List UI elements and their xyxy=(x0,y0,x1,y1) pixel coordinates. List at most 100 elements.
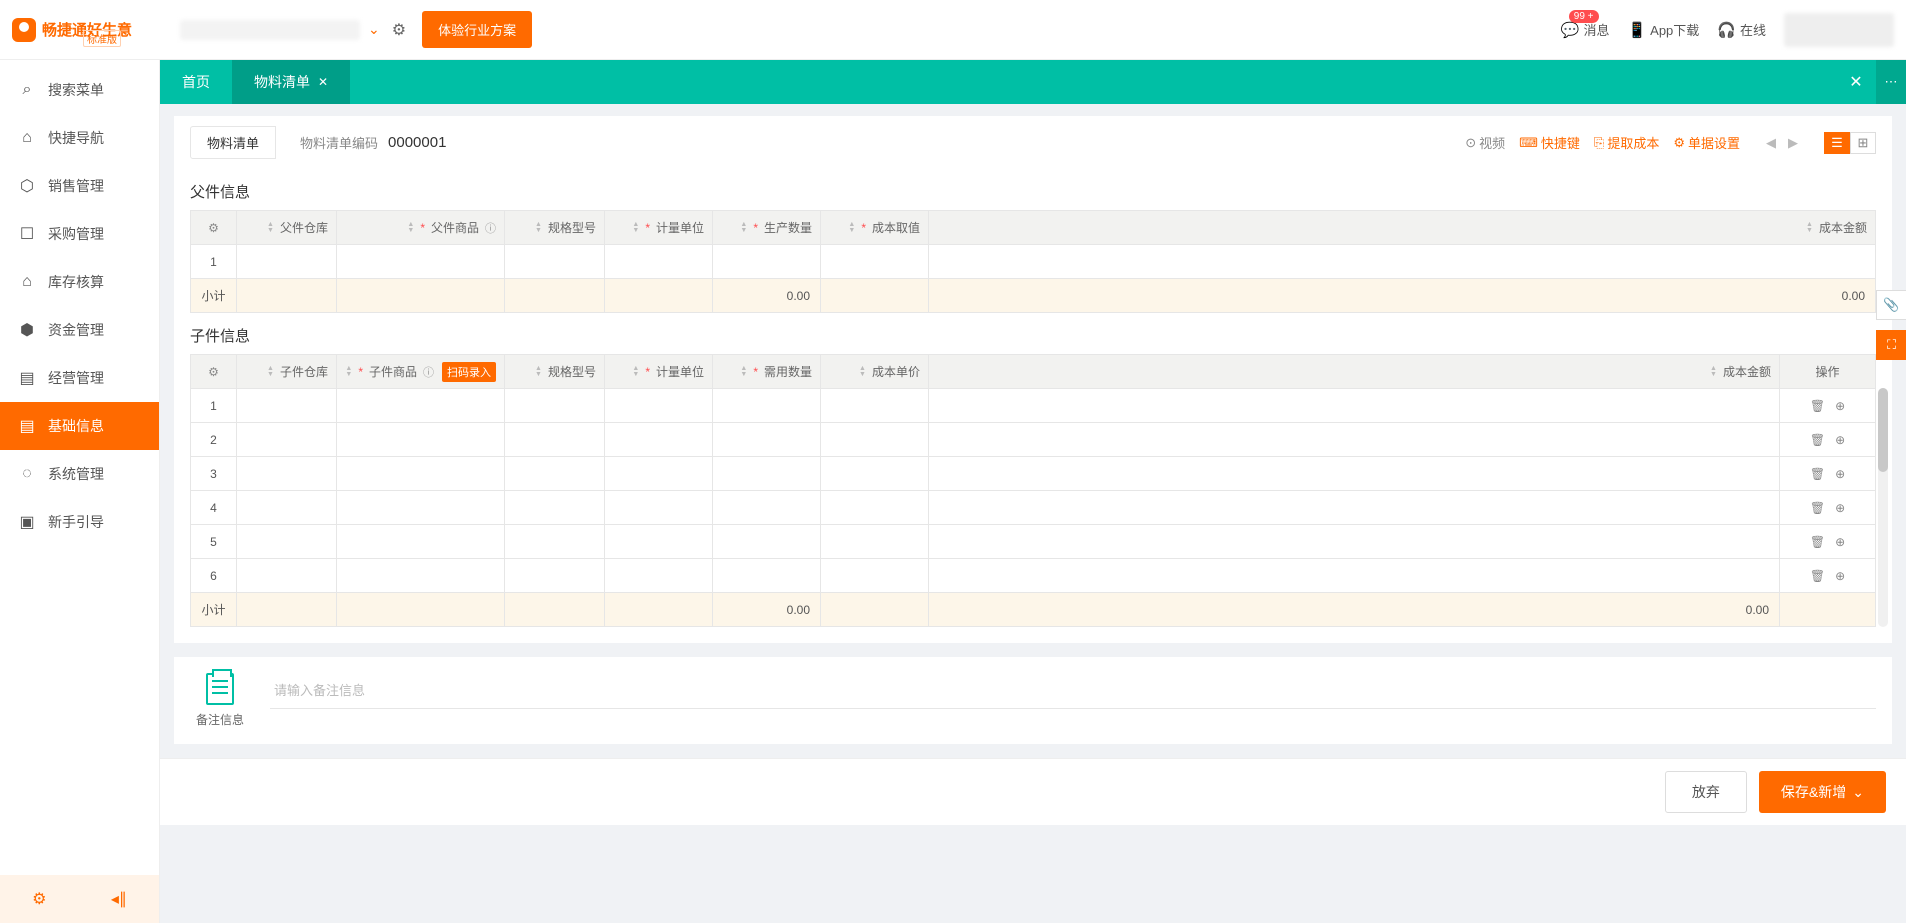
parent-col-settings-icon[interactable]: ⚙ xyxy=(191,221,236,235)
sort-icon[interactable]: ▲▼ xyxy=(1806,222,1813,234)
delete-row-icon[interactable]: 🗑 xyxy=(1810,501,1825,515)
delete-row-icon[interactable]: 🗑 xyxy=(1810,569,1825,583)
scan-input-tag[interactable]: 扫码录入 xyxy=(442,362,496,382)
parent-table-row[interactable]: 1 xyxy=(191,245,1876,279)
sidebar-item-系统管理[interactable]: ◌系统管理 xyxy=(0,450,159,498)
add-row-icon[interactable]: ⊕ xyxy=(1835,569,1845,583)
add-row-icon[interactable]: ⊕ xyxy=(1835,433,1845,447)
sort-icon[interactable]: ▲▼ xyxy=(267,222,274,234)
save-button-label: 保存&新增 xyxy=(1781,782,1846,802)
fullscreen-button[interactable]: ⛶ xyxy=(1876,330,1906,360)
save-and-new-button[interactable]: 保存&新增 ⌄ xyxy=(1759,771,1886,813)
remarks-input[interactable] xyxy=(270,673,1876,709)
sidebar-item-搜索菜单[interactable]: ⌕搜索菜单 xyxy=(0,66,159,114)
sort-icon[interactable]: ▲▼ xyxy=(740,222,747,234)
sort-icon[interactable]: ▲▼ xyxy=(1710,366,1717,378)
child-table-row[interactable]: 2🗑⊕ xyxy=(191,423,1876,457)
sidebar-settings-icon[interactable]: ⚙ xyxy=(32,889,46,909)
delete-row-icon[interactable]: 🗑 xyxy=(1810,467,1825,481)
tabbar-close-button[interactable]: ✕ xyxy=(1836,60,1876,104)
delete-row-icon[interactable]: 🗑 xyxy=(1810,399,1825,413)
attachment-button[interactable]: 📎 xyxy=(1876,290,1906,320)
sort-icon[interactable]: ▲▼ xyxy=(632,222,639,234)
online-support-link[interactable]: 🎧 在线 xyxy=(1717,20,1766,39)
sidebar-item-icon: ▣ xyxy=(18,513,36,531)
tab-close-icon[interactable]: ✕ xyxy=(318,75,328,89)
child-table-row[interactable]: 4🗑⊕ xyxy=(191,491,1876,525)
chevron-down-icon: ⌄ xyxy=(368,21,380,38)
sort-icon[interactable]: ▲▼ xyxy=(632,366,639,378)
tabbar-more-button[interactable]: ⋯ xyxy=(1876,60,1906,104)
phone-icon: 📱 xyxy=(1627,21,1646,39)
child-table-row[interactable]: 5🗑⊕ xyxy=(191,525,1876,559)
action-video[interactable]: ⊙视频 xyxy=(1465,133,1505,152)
action-extract-cost[interactable]: ⎘提取成本 xyxy=(1594,133,1659,152)
sort-icon[interactable]: ▲▼ xyxy=(740,366,747,378)
sort-icon[interactable]: ▲▼ xyxy=(267,366,274,378)
sidebar-item-label: 搜索菜单 xyxy=(48,80,104,100)
sort-icon[interactable]: ▲▼ xyxy=(345,366,352,378)
col-parent-unit: 计量单位 xyxy=(656,219,704,236)
sort-icon[interactable]: ▲▼ xyxy=(407,222,414,234)
add-row-icon[interactable]: ⊕ xyxy=(1835,399,1845,413)
child-col-settings-icon[interactable]: ⚙ xyxy=(191,365,236,379)
tab-home[interactable]: 首页 xyxy=(160,60,232,104)
add-row-icon[interactable]: ⊕ xyxy=(1835,467,1845,481)
discard-button[interactable]: 放弃 xyxy=(1665,771,1747,813)
doc-code-value: 0000001 xyxy=(388,134,446,151)
sidebar-item-icon: ◌ xyxy=(18,465,36,483)
user-avatar-masked[interactable] xyxy=(1784,13,1894,47)
nav-prev-icon[interactable]: ◀ xyxy=(1762,134,1780,152)
col-parent-product: 父件商品 xyxy=(431,219,479,236)
add-row-icon[interactable]: ⊕ xyxy=(1835,501,1845,515)
action-shortcut[interactable]: ⌨快捷键 xyxy=(1519,133,1580,152)
delete-row-icon[interactable]: 🗑 xyxy=(1810,433,1825,447)
app-download-link[interactable]: 📱 App下载 xyxy=(1627,20,1699,39)
col-child-unit: 计量单位 xyxy=(656,363,704,380)
sidebar-item-快捷导航[interactable]: ⌂快捷导航 xyxy=(0,114,159,162)
extract-icon: ⎘ xyxy=(1594,135,1604,151)
sidebar-item-销售管理[interactable]: ⬡销售管理 xyxy=(0,162,159,210)
content-header: 物料清单 物料清单编码 0000001 ⊙视频 ⌨快捷键 ⎘提取成本 ⚙单据设置… xyxy=(174,116,1892,169)
sidebar-item-基础信息[interactable]: ▤基础信息 xyxy=(0,402,159,450)
sidebar-item-采购管理[interactable]: ☐采购管理 xyxy=(0,210,159,258)
sort-icon[interactable]: ▲▼ xyxy=(859,366,866,378)
sort-icon[interactable]: ▲▼ xyxy=(848,222,855,234)
sidebar-item-新手引导[interactable]: ▣新手引导 xyxy=(0,498,159,546)
action-doc-settings[interactable]: ⚙单据设置 xyxy=(1673,133,1740,152)
tab-bom[interactable]: 物料清单 ✕ xyxy=(232,60,350,104)
child-table-row[interactable]: 1🗑⊕ xyxy=(191,389,1876,423)
sidebar-collapse-icon[interactable]: ◂∥ xyxy=(111,889,127,909)
messages-link[interactable]: 💬 消息 99 + xyxy=(1561,20,1610,39)
help-icon[interactable]: ⓘ xyxy=(485,220,496,236)
cta-button[interactable]: 体验行业方案 xyxy=(422,11,532,48)
sidebar-item-label: 经营管理 xyxy=(48,368,104,388)
content-tab-bom[interactable]: 物料清单 xyxy=(190,126,276,159)
messages-badge: 99 + xyxy=(1569,10,1599,23)
child-table-row[interactable]: 3🗑⊕ xyxy=(191,457,1876,491)
nav-next-icon[interactable]: ▶ xyxy=(1784,134,1802,152)
col-parent-cost-amount: 成本金额 xyxy=(1819,219,1867,236)
page-tabbar: 首页 物料清单 ✕ ✕ ⋯ xyxy=(160,60,1906,104)
col-parent-cost-basis: 成本取值 xyxy=(872,219,920,236)
add-row-icon[interactable]: ⊕ xyxy=(1835,535,1845,549)
delete-row-icon[interactable]: 🗑 xyxy=(1810,535,1825,549)
sidebar-item-经营管理[interactable]: ▤经营管理 xyxy=(0,354,159,402)
col-child-spec: 规格型号 xyxy=(548,363,596,380)
help-icon[interactable]: ⓘ xyxy=(423,364,434,380)
gear-icon: ⚙ xyxy=(1673,135,1685,151)
sort-icon[interactable]: ▲▼ xyxy=(535,366,542,378)
child-table-scrollbar[interactable] xyxy=(1878,388,1888,627)
company-selector[interactable]: ⌄ xyxy=(180,20,380,40)
chat-icon: 💬 xyxy=(1561,21,1580,39)
sidebar-item-库存核算[interactable]: ⌂库存核算 xyxy=(0,258,159,306)
content-body: 父件信息 ⚙ ▲▼父件仓库 ▲▼*父件商品ⓘ ▲▼规格型号 ▲▼*计量单位 ▲▼… xyxy=(174,169,1892,643)
child-table-row[interactable]: 6 🗑 ⊕ xyxy=(191,559,1876,593)
sidebar-item-资金管理[interactable]: ⬢资金管理 xyxy=(0,306,159,354)
child-subtotal-qty: 0.00 xyxy=(713,593,821,627)
settings-icon[interactable]: ⚙ xyxy=(392,20,406,40)
row-index: 6 xyxy=(191,559,237,593)
view-list-button[interactable]: ☰ xyxy=(1824,132,1850,154)
sort-icon[interactable]: ▲▼ xyxy=(535,222,542,234)
view-grid-button[interactable]: ⊞ xyxy=(1850,132,1876,154)
